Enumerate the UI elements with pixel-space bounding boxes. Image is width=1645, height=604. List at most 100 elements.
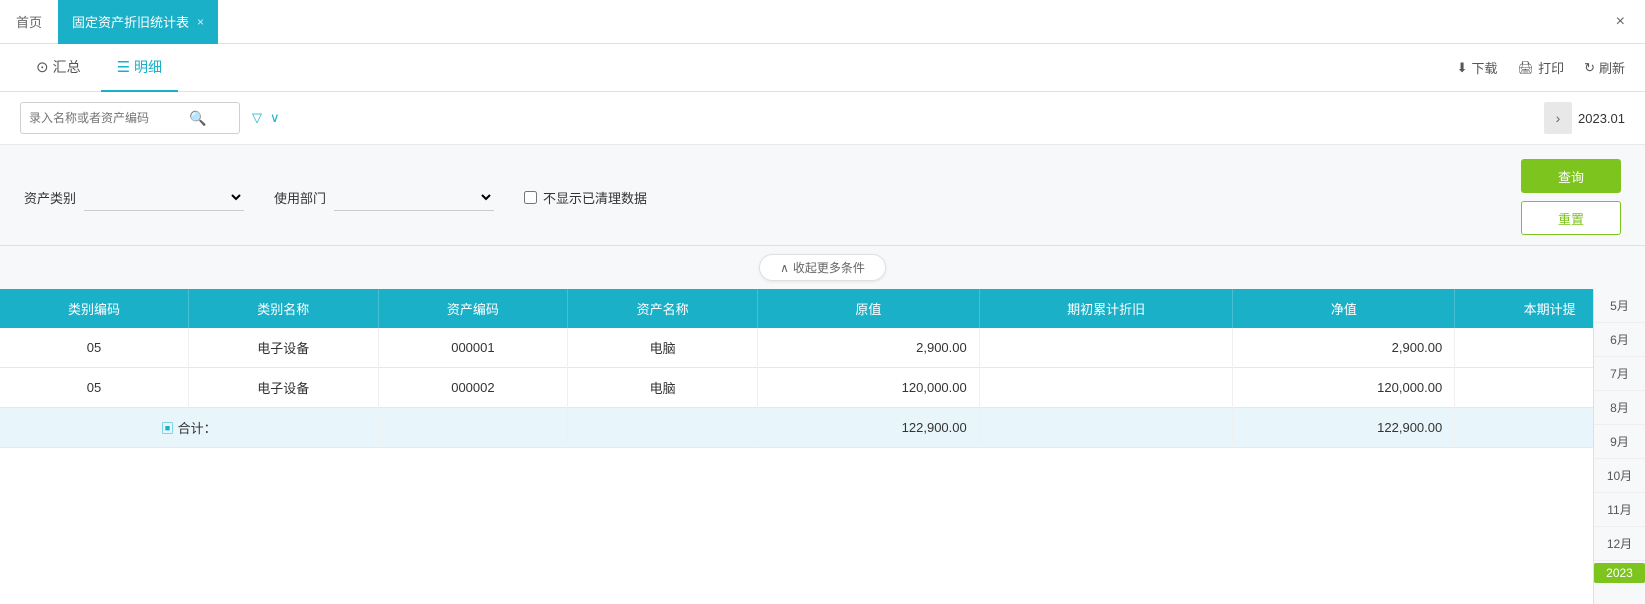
month-10[interactable]: 10月 xyxy=(1594,459,1645,493)
month-9[interactable]: 9月 xyxy=(1594,425,1645,459)
month-5[interactable]: 5月 xyxy=(1594,289,1645,323)
download-label: 下载 xyxy=(1472,58,1498,77)
cell-asset-name: 电脑 xyxy=(568,328,758,368)
right-arrow-button[interactable]: › xyxy=(1544,102,1572,134)
cell-net-value: 120,000.00 xyxy=(1233,368,1455,408)
collapse-label: 收起更多条件 xyxy=(793,259,865,276)
print-icon: 🖨 xyxy=(1518,60,1535,76)
print-button[interactable]: 🖨 打印 xyxy=(1518,58,1565,77)
total-empty-1 xyxy=(378,408,568,448)
page-wrapper: 类别编码 类别名称 资产编码 资产名称 原值 期初累计折旧 净值 本期计提 05 xyxy=(0,289,1645,604)
more-conditions-button[interactable]: ▽ ∨ xyxy=(252,110,280,126)
filter-btn-group: 查询 重置 xyxy=(1521,159,1621,235)
detail-icon: ☰ xyxy=(117,58,130,76)
filter-area: 资产类别 使用部门 不显示已清理数据 xyxy=(0,145,1645,246)
cell-net-value: 2,900.00 xyxy=(1233,328,1455,368)
cell-category-code: 05 xyxy=(0,328,188,368)
month-6[interactable]: 6月 xyxy=(1594,323,1645,357)
tab-summary[interactable]: ⊙ 汇总 xyxy=(20,44,97,92)
date-badge: 2023.01 xyxy=(1578,111,1625,126)
col-asset-code: 资产编码 xyxy=(378,289,568,328)
cell-asset-name: 电脑 xyxy=(568,368,758,408)
collapse-bar: ∧ 收起更多条件 xyxy=(0,246,1645,289)
month-7[interactable]: 7月 xyxy=(1594,357,1645,391)
asset-category-select[interactable] xyxy=(84,184,244,210)
col-category-code: 类别编码 xyxy=(0,289,188,328)
refresh-button[interactable]: ↻ 刷新 xyxy=(1584,58,1625,77)
table-total-row: ▣ 合计： 122,900.00 122,900.00 xyxy=(0,408,1645,448)
col-category-name: 类别名称 xyxy=(188,289,378,328)
total-net-value: 122,900.00 xyxy=(1233,408,1455,448)
year-badge: 2023 xyxy=(1594,563,1645,583)
download-button[interactable]: ⬇ 下载 xyxy=(1457,58,1498,77)
cell-category-name: 电子设备 xyxy=(188,368,378,408)
month-8[interactable]: 8月 xyxy=(1594,391,1645,425)
sub-tabs-bar: ⊙ 汇总 ☰ 明细 ⬇ 下载 🖨 打印 ↻ 刷新 xyxy=(0,44,1645,92)
filter-icon: ▽ xyxy=(252,110,262,126)
col-accum-depreciation: 期初累计折旧 xyxy=(979,289,1233,328)
month-12[interactable]: 12月 xyxy=(1594,527,1645,561)
table-body: 05 电子设备 000001 电脑 2,900.00 2,900.00 05 电… xyxy=(0,328,1645,448)
cell-accum-depreciation xyxy=(979,368,1233,408)
use-department-label: 使用部门 xyxy=(274,188,326,207)
table-header: 类别编码 类别名称 资产编码 资产名称 原值 期初累计折旧 净值 本期计提 xyxy=(0,289,1645,328)
cell-original-value: 120,000.00 xyxy=(757,368,979,408)
reset-button[interactable]: 重置 xyxy=(1521,201,1621,235)
print-label: 打印 xyxy=(1538,58,1564,77)
cell-asset-code: 000002 xyxy=(378,368,568,408)
table-wrap: 类别编码 类别名称 资产编码 资产名称 原值 期初累计折旧 净值 本期计提 05 xyxy=(0,289,1645,604)
search-input[interactable] xyxy=(29,111,189,125)
asset-category-label: 资产类别 xyxy=(24,188,76,207)
hide-cleared-item: 不显示已清理数据 xyxy=(524,188,647,207)
cell-accum-depreciation xyxy=(979,328,1233,368)
collapse-icon: ∧ xyxy=(780,261,789,275)
tab-label: 固定资产折旧统计表 xyxy=(72,12,189,31)
search-bar: 🔍 ▽ ∨ › 2023.01 xyxy=(0,92,1645,145)
total-label: 合计： xyxy=(178,421,217,436)
use-department-select-wrap xyxy=(334,184,494,211)
search-input-wrap: 🔍 xyxy=(20,102,240,134)
asset-category-select-wrap xyxy=(84,184,244,211)
hide-cleared-label: 不显示已清理数据 xyxy=(543,188,647,207)
collapse-button[interactable]: ∧ 收起更多条件 xyxy=(759,254,886,281)
total-accum-depreciation xyxy=(979,408,1233,448)
chevron-down-icon: ∨ xyxy=(270,110,280,126)
use-department-select[interactable] xyxy=(334,184,494,210)
hide-cleared-checkbox[interactable] xyxy=(524,191,537,204)
refresh-icon: ↻ xyxy=(1584,60,1595,76)
col-net-value: 净值 xyxy=(1233,289,1455,328)
refresh-label: 刷新 xyxy=(1599,58,1625,77)
total-original-value: 122,900.00 xyxy=(757,408,979,448)
tab-summary-label: 汇总 xyxy=(53,57,81,77)
data-table: 类别编码 类别名称 资产编码 资产名称 原值 期初累计折旧 净值 本期计提 05 xyxy=(0,289,1645,448)
tab-detail[interactable]: ☰ 明细 xyxy=(101,44,178,92)
total-icon: ▣ xyxy=(161,421,174,436)
tab-detail-label: 明细 xyxy=(134,57,162,77)
active-tab[interactable]: 固定资产折旧统计表 × xyxy=(58,0,218,44)
download-icon: ⬇ xyxy=(1457,60,1468,76)
asset-category-filter: 资产类别 xyxy=(24,184,244,211)
window-close-icon[interactable]: × xyxy=(1596,13,1645,31)
table-row: 05 电子设备 000001 电脑 2,900.00 2,900.00 xyxy=(0,328,1645,368)
cell-asset-code: 000001 xyxy=(378,328,568,368)
summary-icon: ⊙ xyxy=(36,58,49,76)
home-nav-item[interactable]: 首页 xyxy=(16,12,58,31)
side-panel: 5月 6月 7月 8月 9月 10月 11月 12月 2023 xyxy=(1593,289,1645,604)
cell-original-value: 2,900.00 xyxy=(757,328,979,368)
month-11[interactable]: 11月 xyxy=(1594,493,1645,527)
table-row: 05 电子设备 000002 电脑 120,000.00 120,000.00 xyxy=(0,368,1645,408)
col-original-value: 原值 xyxy=(757,289,979,328)
cell-category-name: 电子设备 xyxy=(188,328,378,368)
top-nav: 首页 固定资产折旧统计表 × × xyxy=(0,0,1645,44)
toolbar-right: ⬇ 下载 🖨 打印 ↻ 刷新 xyxy=(1457,58,1625,77)
query-button[interactable]: 查询 xyxy=(1521,159,1621,193)
filter-row: 资产类别 使用部门 不显示已清理数据 xyxy=(24,159,1621,235)
main-content: ⊙ 汇总 ☰ 明细 ⬇ 下载 🖨 打印 ↻ 刷新 🔍 xyxy=(0,44,1645,604)
col-asset-name: 资产名称 xyxy=(568,289,758,328)
cell-category-code: 05 xyxy=(0,368,188,408)
search-icon[interactable]: 🔍 xyxy=(189,110,206,127)
total-empty-2 xyxy=(568,408,758,448)
tab-close-icon[interactable]: × xyxy=(197,15,204,29)
use-department-filter: 使用部门 xyxy=(274,184,494,211)
total-label-cell: ▣ 合计： xyxy=(0,408,378,448)
